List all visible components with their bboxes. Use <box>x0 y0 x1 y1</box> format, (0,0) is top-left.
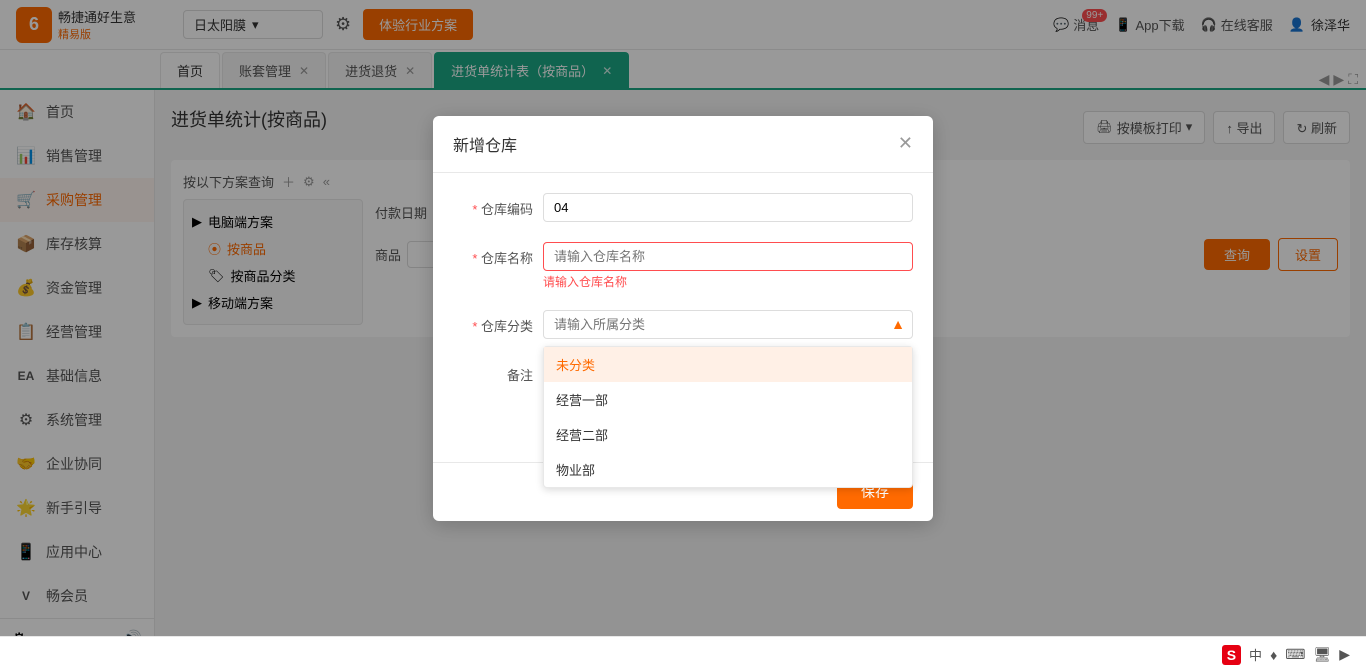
code-control <box>543 193 913 222</box>
zh-icon[interactable]: 中 <box>1249 645 1262 664</box>
name-input[interactable] <box>543 242 913 271</box>
modal-body: 仓库编码 仓库名称 请输入仓库名称 仓库分类 ▲ <box>433 173 933 462</box>
dot-icon[interactable]: ♦ <box>1270 647 1277 663</box>
modal-close-icon[interactable]: ✕ <box>898 133 913 154</box>
category-input[interactable] <box>543 310 913 339</box>
category-label: 仓库分类 <box>453 310 533 335</box>
name-control: 请输入仓库名称 <box>543 242 913 290</box>
code-input[interactable] <box>543 193 913 222</box>
monitor-icon[interactable]: 🖥 <box>1313 646 1331 663</box>
category-control: ▲ 未分类 经营一部 经营二部 物业部 <box>543 310 913 339</box>
category-dropdown: 未分类 经营一部 经营二部 物业部 <box>543 346 913 488</box>
notes-label: 备注 <box>453 359 533 384</box>
s-logo: S <box>1222 645 1241 665</box>
modal-header: 新增仓库 ✕ <box>433 116 933 173</box>
play-icon[interactable]: ▶ <box>1339 646 1350 663</box>
keyboard-icon[interactable]: ⌨ <box>1285 646 1305 663</box>
dropdown-item-dept3[interactable]: 物业部 <box>544 452 912 487</box>
category-toggle-icon[interactable]: ▲ <box>891 316 905 332</box>
dropdown-item-dept2[interactable]: 经营二部 <box>544 417 912 452</box>
name-label: 仓库名称 <box>453 242 533 267</box>
form-item-category: 仓库分类 ▲ 未分类 经营一部 经营二部 物业部 <box>453 310 913 339</box>
new-warehouse-modal: 新增仓库 ✕ 仓库编码 仓库名称 请输入仓库名称 仓库分类 <box>433 116 933 521</box>
form-item-name: 仓库名称 请输入仓库名称 <box>453 242 913 290</box>
dropdown-item-uncategorized[interactable]: 未分类 <box>544 347 912 382</box>
modal-overlay[interactable]: 新增仓库 ✕ 仓库编码 仓库名称 请输入仓库名称 仓库分类 <box>0 0 1366 636</box>
bottom-bar: S 中 ♦ ⌨ 🖥 ▶ <box>0 636 1366 672</box>
dropdown-item-dept1[interactable]: 经营一部 <box>544 382 912 417</box>
bottom-icons: S 中 ♦ ⌨ 🖥 ▶ <box>1222 645 1350 665</box>
modal-title: 新增仓库 <box>453 132 517 156</box>
code-label: 仓库编码 <box>453 193 533 218</box>
form-item-code: 仓库编码 <box>453 193 913 222</box>
name-error-msg: 请输入仓库名称 <box>543 273 913 290</box>
category-input-wrap: ▲ <box>543 310 913 339</box>
